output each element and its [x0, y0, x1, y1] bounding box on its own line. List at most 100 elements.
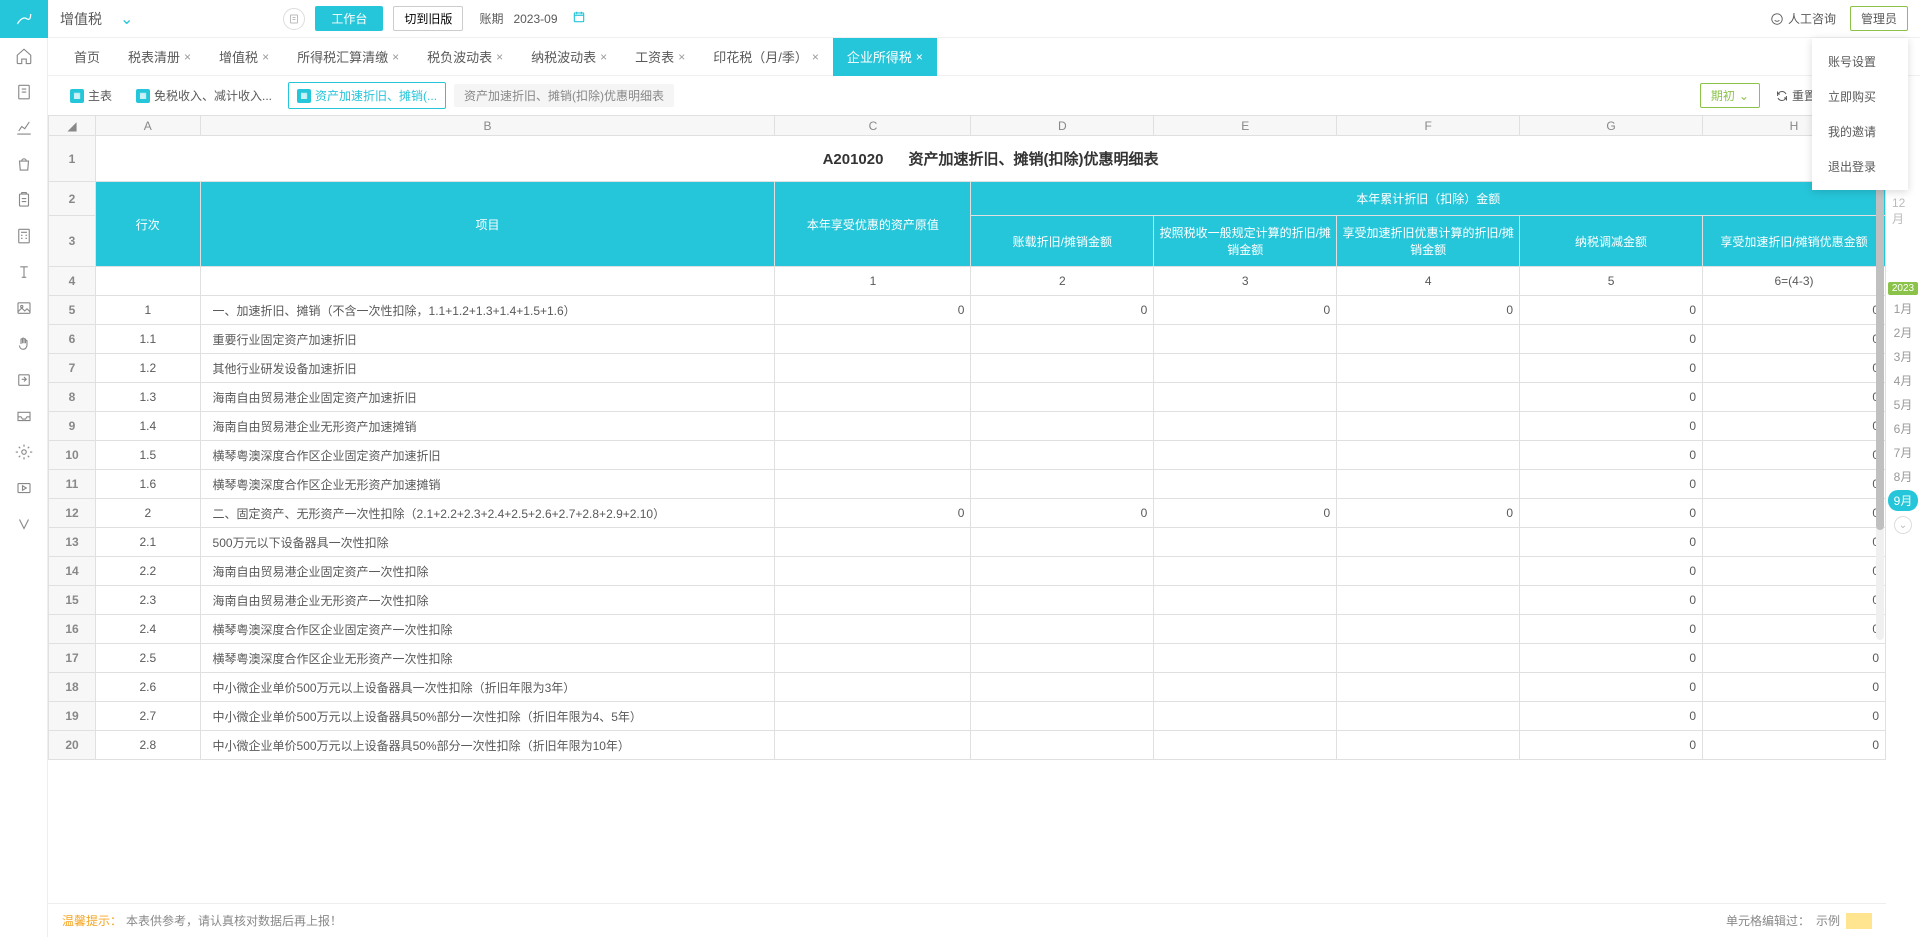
cell-value[interactable] — [775, 557, 971, 586]
month-item[interactable]: 3月 — [1888, 346, 1919, 367]
cell-value[interactable]: 0 — [1703, 470, 1886, 499]
cell-value[interactable] — [775, 528, 971, 557]
cell-value[interactable] — [1337, 441, 1520, 470]
cell-value[interactable]: 0 — [971, 499, 1154, 528]
row-head[interactable]: 9 — [49, 412, 96, 441]
col-head[interactable]: D — [971, 116, 1154, 136]
cell-item[interactable]: 海南自由贸易港企业无形资产加速摊销 — [200, 412, 775, 441]
cell-value[interactable]: 0 — [1703, 644, 1886, 673]
tab-tax-burden[interactable]: 税负波动表× — [413, 38, 517, 76]
calendar-icon[interactable] — [572, 10, 586, 27]
cell-item[interactable]: 横琴粤澳深度合作区企业固定资产加速折旧 — [200, 441, 775, 470]
row-head[interactable]: 13 — [49, 528, 96, 557]
cell-value[interactable]: 0 — [1337, 296, 1520, 325]
col-head[interactable]: F — [1337, 116, 1520, 136]
nav-bag-icon[interactable] — [0, 146, 48, 182]
subtab-exempt[interactable]: ▦免税收入、减计收入... — [128, 83, 280, 108]
cell-value[interactable] — [971, 615, 1154, 644]
nav-clipboard-icon[interactable] — [0, 182, 48, 218]
cell-item[interactable]: 横琴粤澳深度合作区企业固定资产一次性扣除 — [200, 615, 775, 644]
cell-value[interactable] — [775, 644, 971, 673]
cell-value[interactable]: 0 — [1703, 528, 1886, 557]
cell-value[interactable]: 0 — [1520, 499, 1703, 528]
cell-row-num[interactable]: 1.3 — [96, 383, 201, 412]
month-item[interactable]: 2月 — [1888, 322, 1919, 343]
row-head[interactable]: 20 — [49, 731, 96, 760]
close-icon[interactable]: × — [812, 50, 819, 64]
cell-value[interactable] — [775, 702, 971, 731]
cell-value[interactable] — [971, 412, 1154, 441]
tab-stamp[interactable]: 印花税（月/季）× — [699, 38, 833, 76]
cell-value[interactable]: 0 — [1703, 354, 1886, 383]
tab-vat[interactable]: 增值税× — [205, 38, 283, 76]
row-head[interactable]: 8 — [49, 383, 96, 412]
cell-item[interactable]: 海南自由贸易港企业固定资产加速折旧 — [200, 383, 775, 412]
chevron-down-icon[interactable]: ⌄ — [120, 9, 133, 29]
row-head[interactable]: 17 — [49, 644, 96, 673]
cell-value[interactable] — [1154, 673, 1337, 702]
row-head[interactable]: 12 — [49, 499, 96, 528]
cell-value[interactable]: 0 — [1520, 557, 1703, 586]
row-head[interactable]: 10 — [49, 441, 96, 470]
month-item-active[interactable]: 9月 — [1888, 490, 1919, 511]
row-head[interactable]: 5 — [49, 296, 96, 325]
cell-value[interactable] — [775, 586, 971, 615]
cell-value[interactable]: 0 — [1520, 702, 1703, 731]
chevron-down-icon[interactable]: ⌄ — [1894, 516, 1912, 534]
reset-button[interactable]: 重置 — [1776, 87, 1816, 104]
cell-row-num[interactable]: 2 — [96, 499, 201, 528]
col-head[interactable]: B — [200, 116, 775, 136]
nav-inbox-icon[interactable] — [0, 398, 48, 434]
row-head[interactable]: 3 — [49, 216, 96, 267]
cell-value[interactable] — [775, 412, 971, 441]
period-begin-button[interactable]: 期初 ⌄ — [1700, 83, 1760, 108]
cell-value[interactable]: 0 — [1703, 325, 1886, 354]
cell-value[interactable] — [1337, 557, 1520, 586]
cell-value[interactable]: 0 — [1520, 731, 1703, 760]
cell-item[interactable]: 中小微企业单价500万元以上设备器具50%部分一次性扣除（折旧年限为4、5年） — [200, 702, 775, 731]
cell-value[interactable] — [971, 441, 1154, 470]
dropdown-logout[interactable]: 退出登录 — [1812, 149, 1908, 184]
cell-value[interactable] — [1154, 441, 1337, 470]
nav-hand-icon[interactable] — [0, 326, 48, 362]
cell-value[interactable]: 0 — [1703, 702, 1886, 731]
dropdown-account-settings[interactable]: 账号设置 — [1812, 44, 1908, 79]
month-item[interactable]: 4月 — [1888, 370, 1919, 391]
month-item[interactable]: 7月 — [1888, 442, 1919, 463]
row-head[interactable]: 7 — [49, 354, 96, 383]
spreadsheet[interactable]: ◢ A B C D E F G H 1 — [48, 115, 1886, 903]
cell-value[interactable]: 0 — [1520, 412, 1703, 441]
cell-row-num[interactable]: 2.1 — [96, 528, 201, 557]
nav-chart-icon[interactable] — [0, 110, 48, 146]
nav-v-icon[interactable] — [0, 506, 48, 542]
cell-item[interactable]: 横琴粤澳深度合作区企业无形资产一次性扣除 — [200, 644, 775, 673]
cell-value[interactable]: 0 — [1520, 383, 1703, 412]
close-icon[interactable]: × — [184, 50, 191, 64]
cell-value[interactable] — [1154, 702, 1337, 731]
cell-item[interactable]: 重要行业固定资产加速折旧 — [200, 325, 775, 354]
row-head[interactable]: 11 — [49, 470, 96, 499]
cell-value[interactable]: 0 — [1703, 383, 1886, 412]
dropdown-buy-now[interactable]: 立即购买 — [1812, 79, 1908, 114]
cell-row-num[interactable]: 1.6 — [96, 470, 201, 499]
tab-corp-income[interactable]: 企业所得税× — [833, 38, 937, 76]
cell-value[interactable] — [971, 644, 1154, 673]
cell-item[interactable]: 海南自由贸易港企业固定资产一次性扣除 — [200, 557, 775, 586]
cell-value[interactable]: 0 — [1703, 673, 1886, 702]
cell-value[interactable]: 0 — [1703, 296, 1886, 325]
tab-income-settle[interactable]: 所得税汇算清缴× — [283, 38, 413, 76]
nav-settings-icon[interactable] — [0, 434, 48, 470]
row-head[interactable]: 18 — [49, 673, 96, 702]
cell-value[interactable] — [971, 702, 1154, 731]
col-head[interactable]: G — [1520, 116, 1703, 136]
row-head[interactable]: 1 — [49, 136, 96, 182]
cell-value[interactable] — [971, 325, 1154, 354]
row-head[interactable]: 15 — [49, 586, 96, 615]
switch-old-button[interactable]: 切到旧版 — [393, 6, 463, 31]
cell-value[interactable] — [1337, 470, 1520, 499]
cell-value[interactable]: 0 — [1703, 412, 1886, 441]
cell-value[interactable] — [1337, 528, 1520, 557]
month-item[interactable]: 6月 — [1888, 418, 1919, 439]
cell-item[interactable]: 海南自由贸易港企业无形资产一次性扣除 — [200, 586, 775, 615]
month-item[interactable]: 12月 — [1886, 194, 1920, 229]
